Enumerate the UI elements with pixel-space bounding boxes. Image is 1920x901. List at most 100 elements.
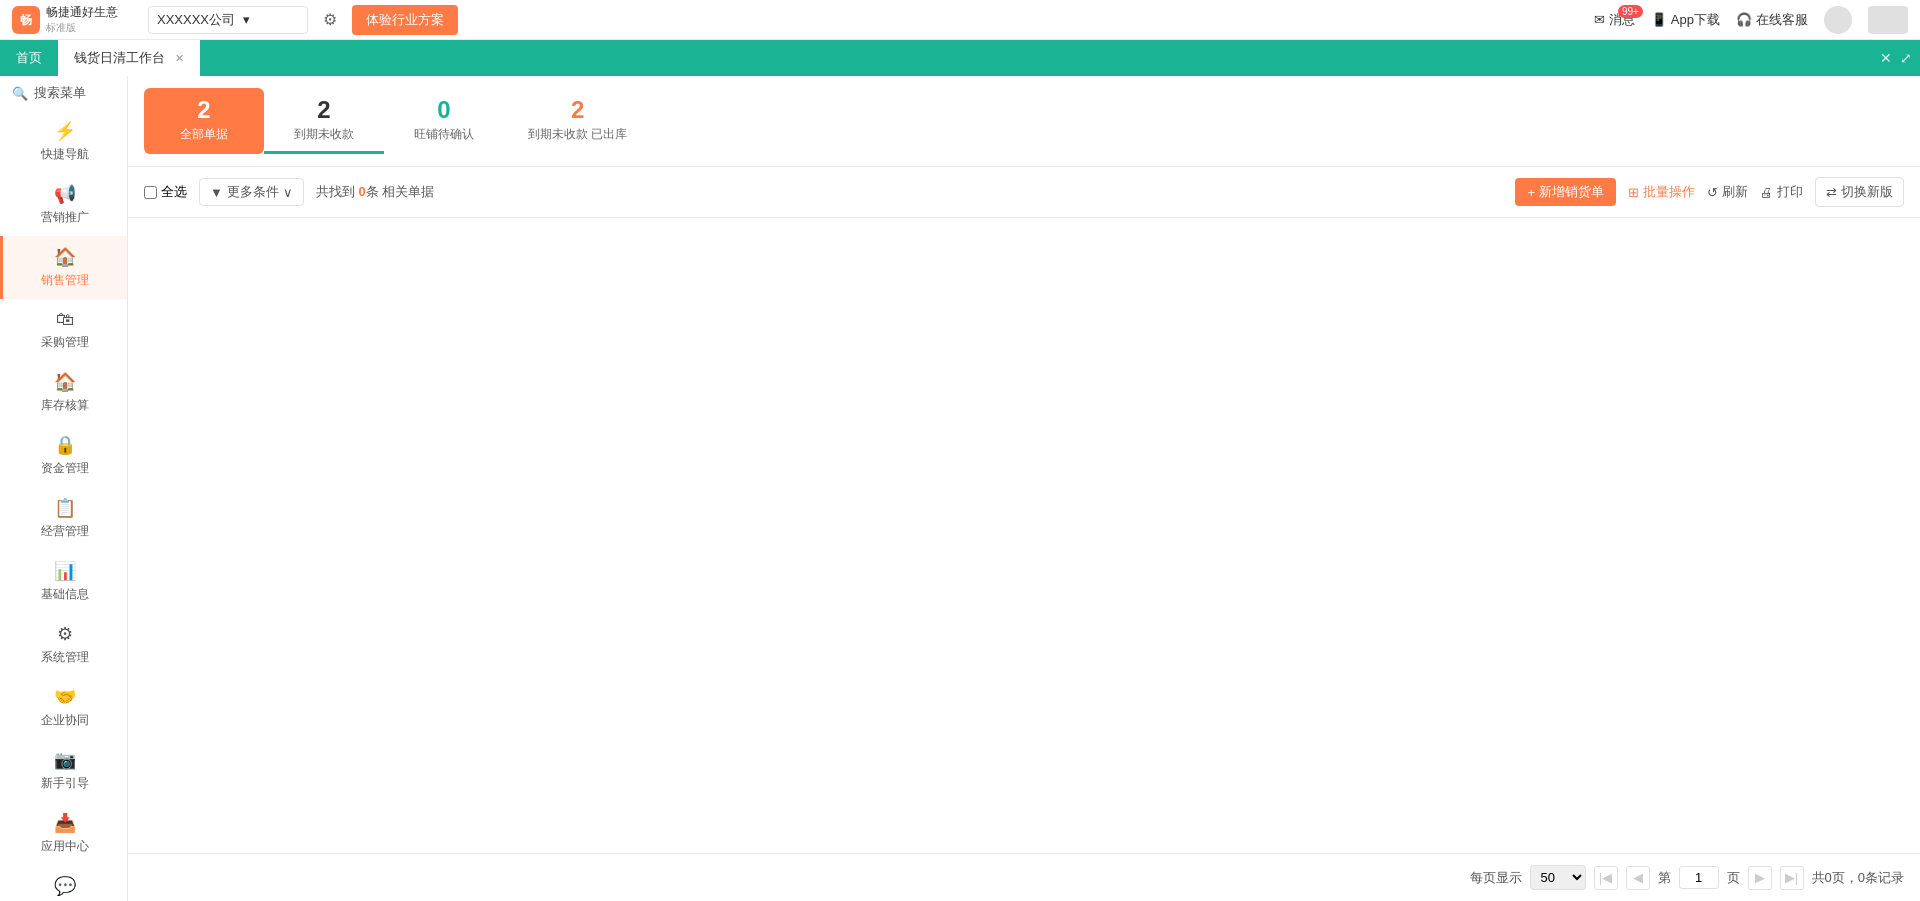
new-sales-order-button[interactable]: + 新增销货单 [1515,178,1616,206]
card-overdue-unpaid-count: 2 [317,96,330,124]
online-service-button[interactable]: 🎧 在线客服 [1736,11,1808,29]
switch-label: 切换新版 [1841,183,1893,201]
online-service-label: 在线客服 [1756,11,1808,29]
tab-close-btn[interactable]: ✕ [1880,50,1892,66]
first-page-button[interactable]: |◀ [1594,866,1618,890]
sidebar-item-finance[interactable]: 🔒 资金管理 [0,424,127,487]
tab-bar-actions: ✕ ⤢ [1880,40,1920,76]
sales-icon: 🏠 [54,246,76,268]
company-name: XXXXXX公司 [157,11,235,29]
page-size-label: 每页显示 [1470,869,1522,887]
sidebar-item-quick-nav[interactable]: ⚡ 快捷导航 [0,110,127,173]
sidebar-item-app-center[interactable]: 📥 应用中心 [0,802,127,865]
page-size-select[interactable]: 50 20 100 200 [1530,865,1586,890]
page-unit: 页 [1727,869,1740,887]
total-text: 共0页，0条记录 [1812,869,1904,887]
tab-maximize-btn[interactable]: ⤢ [1900,50,1912,66]
print-button[interactable]: 🖨 打印 [1760,183,1803,201]
company-selector[interactable]: XXXXXX公司 ▾ [148,6,308,34]
finance-label: 资金管理 [41,460,89,477]
app-center-icon: 📥 [54,812,76,834]
purchase-label: 采购管理 [41,334,89,351]
next-page-button[interactable]: ▶ [1748,866,1772,890]
message-icon: ✉ [1594,12,1605,27]
select-all-label: 全选 [161,183,187,201]
last-page-button[interactable]: ▶| [1780,866,1804,890]
refresh-label: 刷新 [1722,183,1748,201]
toolbar: 全选 ▼ 更多条件 ∨ 共找到 0条 相关单据 + 新增销货单 ⊞ [128,167,1920,218]
switch-version-button[interactable]: ⇄ 切换新版 [1815,177,1904,207]
logo-text: 畅捷通好生意 标准版 [46,5,118,34]
app-download-button[interactable]: 📱 App下载 [1651,11,1720,29]
logo-area: 畅 畅捷通好生意 标准版 [12,5,140,34]
switch-icon: ⇄ [1826,185,1837,200]
sidebar-item-basic-info[interactable]: 📊 基础信息 [0,550,127,613]
home-tab-label: 首页 [16,49,42,67]
sidebar-item-marketing[interactable]: 📢 营销推广 [0,173,127,236]
plus-icon: + [1527,185,1535,200]
search-menu-label: 搜索菜单 [34,84,86,102]
search-menu-button[interactable]: 🔍 搜索菜单 [0,76,127,110]
card-overdue-not-shipped-label: 到期未收款 已出库 [528,126,627,143]
card-all-label: 全部单据 [180,126,228,143]
print-icon: 🖨 [1760,185,1773,200]
tab-workbench[interactable]: 钱货日清工作台 ✕ [58,40,200,76]
inventory-icon: 🏠 [54,371,76,393]
operation-label: 经营管理 [41,523,89,540]
marketing-icon: 📢 [54,183,76,205]
prev-page-button[interactable]: ◀ [1626,866,1650,890]
system-label: 系统管理 [41,649,89,666]
summary-cards: 2 全部单据 2 到期未收款 0 旺铺待确认 2 到期未收款 已出库 [128,76,1920,167]
message-button[interactable]: ✉ 消息 99+ [1594,11,1635,29]
settings-button[interactable]: ⚙ [316,6,344,34]
user-menu[interactable] [1868,6,1908,34]
app-download-label: App下载 [1671,11,1720,29]
sidebar-item-operation[interactable]: 📋 经营管理 [0,487,127,550]
sidebar-item-system[interactable]: ⚙ 系统管理 [0,613,127,676]
batch-operation-button[interactable]: ⊞ 批量操作 [1628,183,1695,201]
related-label: 相关单据 [382,184,434,199]
basic-info-icon: 📊 [54,560,76,582]
card-overdue-unpaid[interactable]: 2 到期未收款 [264,88,384,154]
headset-icon: 🎧 [1736,12,1752,27]
refresh-button[interactable]: ↺ 刷新 [1707,183,1748,201]
cooperation-label: 企业协同 [41,712,89,729]
gear-icon: ⚙ [323,10,337,29]
phone-icon: 📱 [1651,12,1667,27]
experience-button[interactable]: 体验行业方案 [352,5,458,35]
sidebar-item-sales[interactable]: 🏠 销售管理 [0,236,127,299]
tab-close-icon[interactable]: ✕ [175,52,184,65]
select-all-input[interactable] [144,186,157,199]
marketing-label: 营销推广 [41,209,89,226]
card-pending-confirm-label: 旺铺待确认 [414,126,474,143]
card-all[interactable]: 2 全部单据 [144,88,264,154]
table-area [128,218,1920,853]
workbench-tab-label: 钱货日清工作台 [74,49,165,67]
more-filter-button[interactable]: ▼ 更多条件 ∨ [199,178,304,206]
wechat-icon: 💬 [54,875,76,897]
card-pending-confirm[interactable]: 0 旺铺待确认 [384,88,504,154]
quick-nav-label: 快捷导航 [41,146,89,163]
tab-home[interactable]: 首页 [0,40,58,76]
cooperation-icon: 🤝 [54,686,76,708]
new-btn-label: 新增销货单 [1539,183,1604,201]
inventory-label: 库存核算 [41,397,89,414]
batch-label: 批量操作 [1643,183,1695,201]
search-icon: 🔍 [12,86,28,101]
sidebar-item-newbie[interactable]: 📷 新手引导 [0,739,127,802]
newbie-icon: 📷 [54,749,76,771]
filter-chevron-icon: ∨ [283,185,293,200]
operation-icon: 📋 [54,497,76,519]
avatar[interactable] [1824,6,1852,34]
card-overdue-not-shipped[interactable]: 2 到期未收款 已出库 [504,88,651,154]
select-all-checkbox[interactable]: 全选 [144,183,187,201]
sidebar-item-wechat[interactable]: 💬 企业微信 [0,865,127,901]
card-pending-confirm-count: 0 [437,96,450,124]
purchase-icon: 🛍 [56,309,74,330]
sidebar-item-cooperation[interactable]: 🤝 企业协同 [0,676,127,739]
sidebar-item-purchase[interactable]: 🛍 采购管理 [0,299,127,361]
page-number-input[interactable] [1679,866,1719,889]
toolbar-left: 全选 ▼ 更多条件 ∨ 共找到 0条 相关单据 [144,178,1503,206]
sidebar-item-inventory[interactable]: 🏠 库存核算 [0,361,127,424]
page-label: 第 [1658,869,1671,887]
